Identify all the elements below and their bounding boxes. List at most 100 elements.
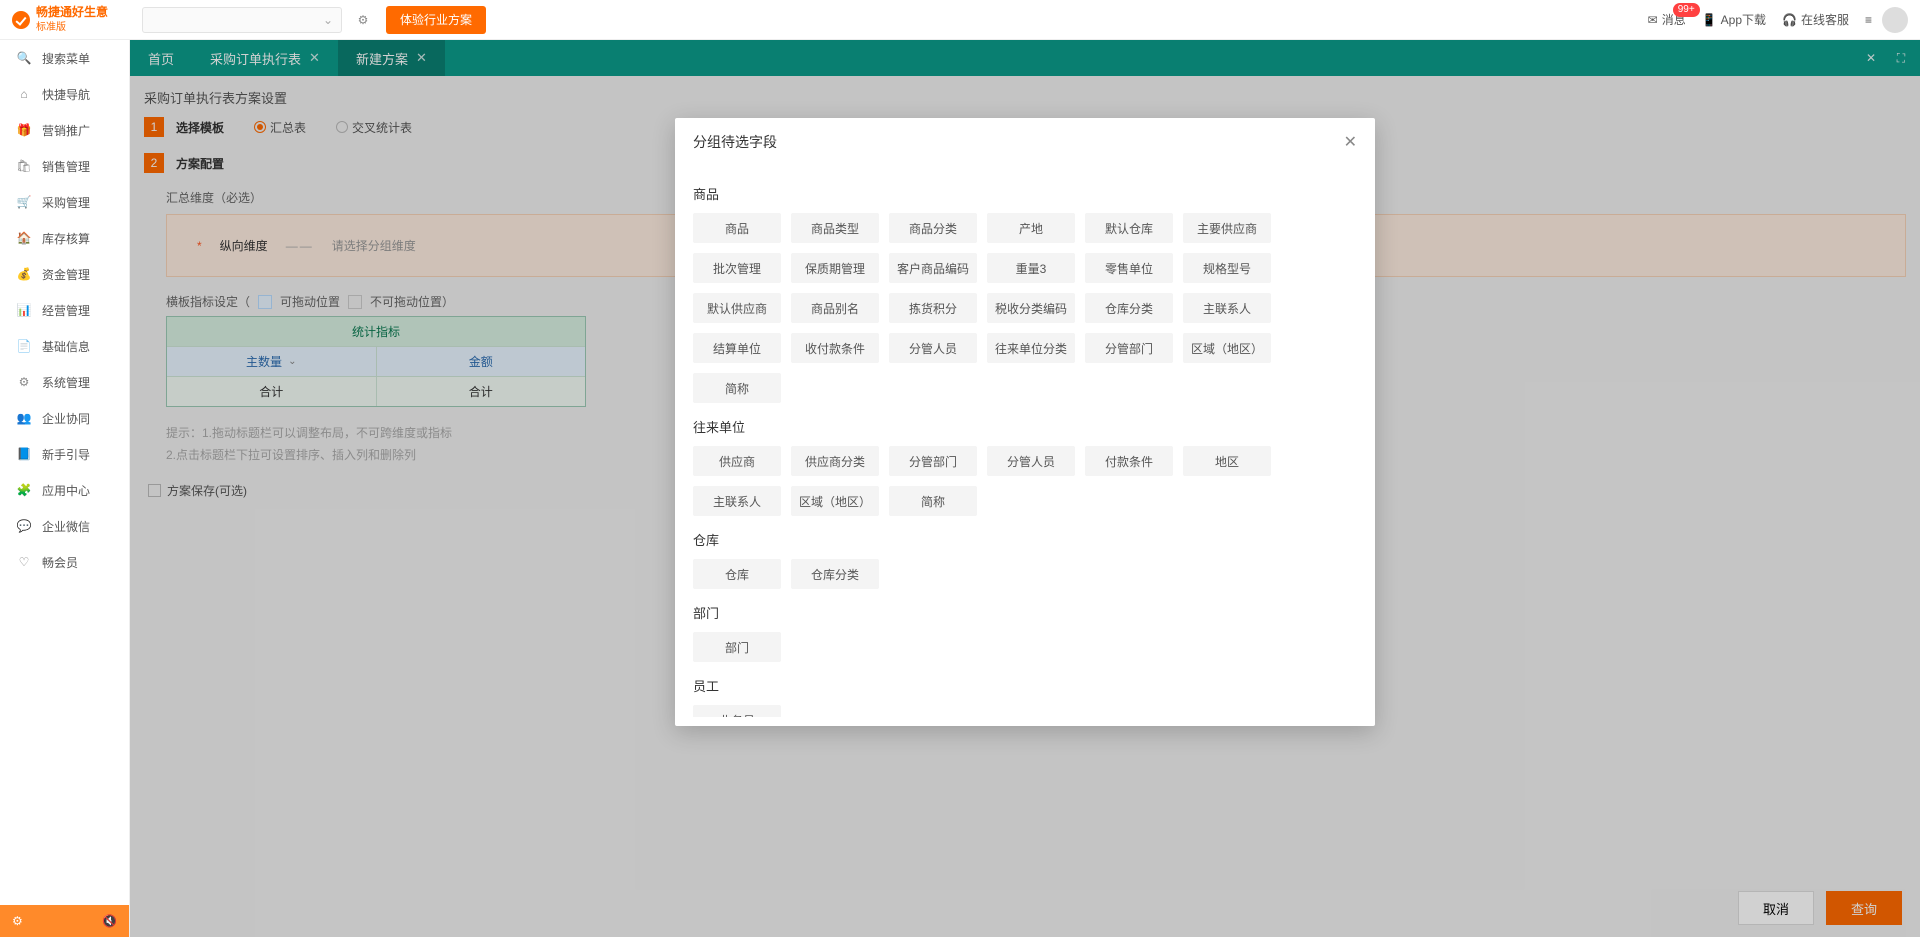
field-group-title: 往来单位	[693, 417, 1357, 436]
sidebar-item[interactable]: ♡畅会员	[0, 544, 129, 580]
sidebar-item-icon: 📘	[16, 447, 32, 461]
field-picker-modal: 分组待选字段 ✕ 商品商品商品类型商品分类产地默认仓库主要供应商批次管理保质期管…	[675, 118, 1375, 726]
sidebar-item-label: 资金管理	[42, 266, 90, 283]
field-chip[interactable]: 仓库	[693, 559, 781, 589]
field-chip[interactable]: 供应商	[693, 446, 781, 476]
sidebar-item-icon: 📊	[16, 303, 32, 317]
field-chip[interactable]: 供应商分类	[791, 446, 879, 476]
sidebar-item[interactable]: 🔍搜索菜单	[0, 40, 129, 76]
field-chip[interactable]: 默认供应商	[693, 293, 781, 323]
online-service-button[interactable]: 🎧 在线客服	[1782, 11, 1849, 28]
field-chip[interactable]: 简称	[693, 373, 781, 403]
modal-close-button[interactable]: ✕	[1344, 132, 1357, 152]
field-chip-row: 业务员	[693, 705, 1357, 717]
org-settings-button[interactable]: ⚙	[350, 7, 376, 33]
sidebar-item[interactable]: 💰 资金管理	[0, 256, 129, 292]
modal-mask[interactable]: 分组待选字段 ✕ 商品商品商品类型商品分类产地默认仓库主要供应商批次管理保质期管…	[130, 40, 1920, 937]
sidebar-item-label: 经营管理	[42, 302, 90, 319]
field-chip[interactable]: 主联系人	[1183, 293, 1271, 323]
modal-title: 分组待选字段	[693, 132, 777, 152]
sidebar-item[interactable]: 🧩 应用中心	[0, 472, 129, 508]
sidebar-item-icon: 📄	[16, 339, 32, 353]
menu-icon: ≡	[1865, 13, 1872, 27]
logo-area: 畅捷通好生意 标准版	[12, 6, 130, 33]
sidebar-sound-icon[interactable]: 🔇	[102, 914, 117, 928]
field-chip[interactable]: 客户商品编码	[889, 253, 977, 283]
field-chip[interactable]: 保质期管理	[791, 253, 879, 283]
sidebar-item-icon: ⚙	[16, 375, 32, 389]
logo-subtitle: 标准版	[36, 18, 108, 33]
header-right: ✉ 消息 99+ 📱 App下载 🎧 在线客服 ≡	[1648, 7, 1908, 33]
field-chip[interactable]: 结算单位	[693, 333, 781, 363]
sidebar-item-icon: 🎁	[16, 123, 32, 137]
sidebar-item[interactable]: 💬企业微信	[0, 508, 129, 544]
field-chip[interactable]: 零售单位	[1085, 253, 1173, 283]
field-chip-row: 仓库仓库分类	[693, 559, 1357, 589]
field-group-title: 部门	[693, 603, 1357, 622]
field-chip[interactable]: 主要供应商	[1183, 213, 1271, 243]
sidebar-item[interactable]: 🛍 销售管理	[0, 148, 129, 184]
field-chip[interactable]: 商品	[693, 213, 781, 243]
field-chip[interactable]: 商品别名	[791, 293, 879, 323]
sidebar-item-label: 营销推广	[42, 122, 90, 139]
field-chip[interactable]: 重量3	[987, 253, 1075, 283]
field-chip[interactable]: 产地	[987, 213, 1075, 243]
field-chip[interactable]: 付款条件	[1085, 446, 1173, 476]
field-chip[interactable]: 分管部门	[889, 446, 977, 476]
modal-horizontal-scrollbar[interactable]	[675, 717, 1375, 726]
sidebar-item-icon: 🛍	[16, 159, 32, 173]
sidebar-item[interactable]: 🎁 营销推广	[0, 112, 129, 148]
try-industry-plan-button[interactable]: 体验行业方案	[386, 6, 486, 34]
sidebar-item-icon: 🧩	[16, 483, 32, 497]
sidebar-settings-icon[interactable]: ⚙	[12, 914, 23, 928]
field-chip[interactable]: 仓库分类	[1085, 293, 1173, 323]
field-chip[interactable]: 区域（地区）	[791, 486, 879, 516]
field-chip[interactable]: 批次管理	[693, 253, 781, 283]
modal-body[interactable]: 商品商品商品类型商品分类产地默认仓库主要供应商批次管理保质期管理客户商品编码重量…	[675, 166, 1375, 717]
sidebar-item-label: 采购管理	[42, 194, 90, 211]
sidebar-item[interactable]: 👥企业协同	[0, 400, 129, 436]
field-chip[interactable]: 商品分类	[889, 213, 977, 243]
sidebar-item[interactable]: 📊 经营管理	[0, 292, 129, 328]
field-chip[interactable]: 分管部门	[1085, 333, 1173, 363]
field-chip[interactable]: 拣货积分	[889, 293, 977, 323]
field-chip[interactable]: 默认仓库	[1085, 213, 1173, 243]
sidebar-item-icon: 💬	[16, 519, 32, 533]
field-chip[interactable]: 业务员	[693, 705, 781, 717]
sidebar-item[interactable]: 🛒采购管理	[0, 184, 129, 220]
sidebar-item-label: 应用中心	[42, 482, 90, 499]
field-chip[interactable]: 分管人员	[987, 446, 1075, 476]
field-chip[interactable]: 地区	[1183, 446, 1271, 476]
sidebar-item[interactable]: 📘新手引导	[0, 436, 129, 472]
sidebar-footer: ⚙ 🔇	[0, 905, 129, 937]
app-download-button[interactable]: 📱 App下载	[1702, 11, 1766, 28]
field-chip[interactable]: 分管人员	[889, 333, 977, 363]
sidebar: 🔍搜索菜单⌂快捷导航 🎁 营销推广 🛍 销售管理 🛒采购管理🏠库存核算 💰 资金管理 📊 经营管理…	[0, 40, 130, 937]
messages-button[interactable]: ✉ 消息 99+	[1648, 11, 1686, 28]
user-menu[interactable]: ≡	[1865, 7, 1908, 33]
app-download-label: App下载	[1721, 11, 1766, 28]
sidebar-item-label: 搜索菜单	[42, 50, 90, 67]
chevron-down-icon: ⌄	[323, 13, 333, 27]
sidebar-item[interactable]: 🏠库存核算	[0, 220, 129, 256]
field-chip[interactable]: 部门	[693, 632, 781, 662]
sidebar-item[interactable]: 📄基础信息	[0, 328, 129, 364]
field-chip[interactable]: 区域（地区）	[1183, 333, 1271, 363]
sidebar-item[interactable]: ⌂快捷导航	[0, 76, 129, 112]
field-chip[interactable]: 简称	[889, 486, 977, 516]
sidebar-item-label: 企业协同	[42, 410, 90, 427]
field-chip[interactable]: 主联系人	[693, 486, 781, 516]
sidebar-item-icon: 💰	[16, 267, 32, 281]
org-selector[interactable]: ⌄	[142, 7, 342, 33]
field-chip[interactable]: 往来单位分类	[987, 333, 1075, 363]
message-icon: ✉	[1648, 13, 1658, 27]
sidebar-item[interactable]: ⚙系统管理	[0, 364, 129, 400]
field-group-title: 仓库	[693, 530, 1357, 549]
modal-header: 分组待选字段 ✕	[675, 118, 1375, 166]
field-chip[interactable]: 仓库分类	[791, 559, 879, 589]
field-chip[interactable]: 税收分类编码	[987, 293, 1075, 323]
sidebar-item-label: 销售管理	[42, 158, 90, 175]
field-chip[interactable]: 收付款条件	[791, 333, 879, 363]
field-chip[interactable]: 商品类型	[791, 213, 879, 243]
field-chip[interactable]: 规格型号	[1183, 253, 1271, 283]
